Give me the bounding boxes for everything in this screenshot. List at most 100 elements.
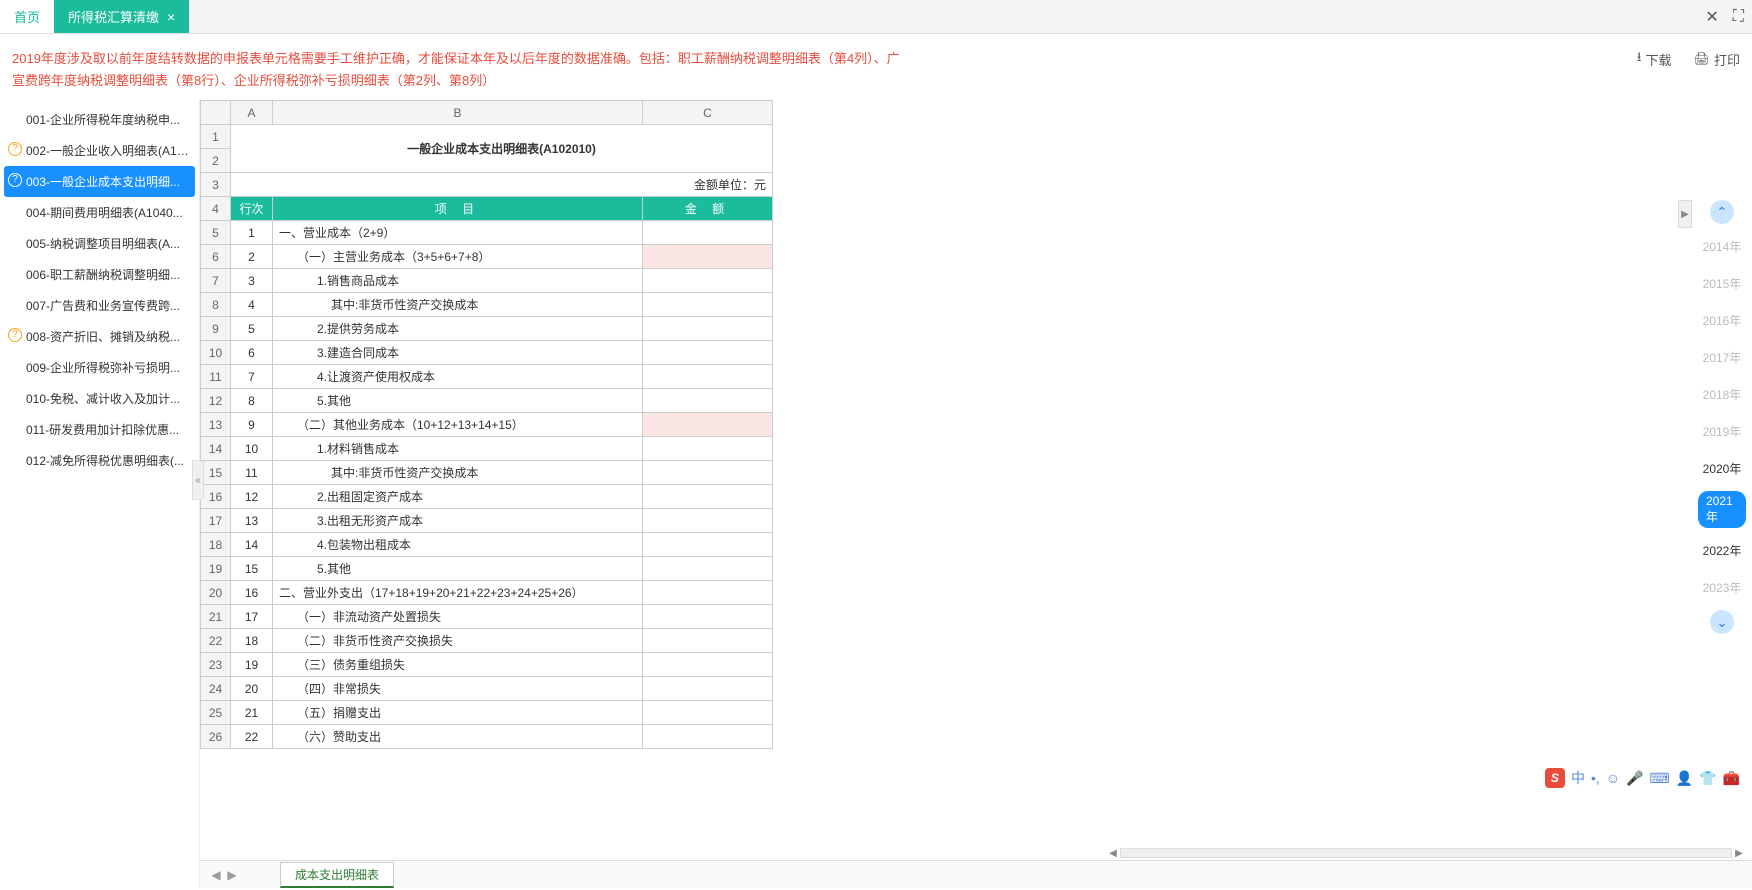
- item-label: 5.其他: [273, 389, 643, 413]
- expand-panel-icon[interactable]: ▶: [1678, 200, 1692, 228]
- amount-cell[interactable]: [643, 557, 773, 581]
- item-label: 二、营业外支出（17+18+19+20+21+22+23+24+25+26）: [273, 581, 643, 605]
- sidebar-collapse-handle[interactable]: «: [192, 460, 204, 500]
- sheet-tab[interactable]: 成本支出明细表: [280, 862, 394, 888]
- year-option[interactable]: 2018年: [1703, 380, 1742, 409]
- sheet-nav-next-icon[interactable]: ▶: [224, 868, 240, 882]
- amount-cell[interactable]: [643, 389, 773, 413]
- print-button[interactable]: 🖨 打印: [1693, 48, 1740, 70]
- help-icon: ?: [8, 328, 22, 342]
- scroll-right-icon[interactable]: ▶: [1732, 848, 1746, 859]
- sidebar: 001-企业所得税年度纳税申...?002-一般企业收入明细表(A10...?0…: [0, 100, 200, 888]
- amount-cell[interactable]: [643, 413, 773, 437]
- sidebar-item-label: 010-免税、减计收入及加计...: [26, 392, 180, 406]
- ime-skin-icon[interactable]: 👕: [1699, 770, 1716, 787]
- ime-lang-toggle[interactable]: 中: [1571, 768, 1585, 788]
- year-option[interactable]: 2015年: [1703, 269, 1742, 298]
- ime-voice-icon[interactable]: 🎤: [1626, 770, 1643, 787]
- table-row: 62（一）主营业务成本（3+5+6+7+8）: [201, 245, 773, 269]
- item-label: （六）赞助支出: [273, 725, 643, 749]
- table-row: 18144.包装物出租成本: [201, 533, 773, 557]
- amount-cell[interactable]: [643, 269, 773, 293]
- amount-cell[interactable]: [643, 293, 773, 317]
- amount-cell[interactable]: [643, 533, 773, 557]
- ime-keyboard-icon[interactable]: ⌨: [1649, 770, 1669, 787]
- amount-cell[interactable]: [643, 365, 773, 389]
- year-option[interactable]: 2021年: [1698, 491, 1746, 528]
- amount-cell[interactable]: [643, 221, 773, 245]
- amount-cell[interactable]: [643, 461, 773, 485]
- sidebar-item-8[interactable]: 009-企业所得税弥补亏损明...: [0, 352, 199, 383]
- item-label: （三）债务重组损失: [273, 653, 643, 677]
- spreadsheet-grid: ABC1一般企业成本支出明细表(A102010)23金额单位：元4行次项 目金 …: [200, 100, 773, 749]
- sidebar-item-2[interactable]: ?003-一般企业成本支出明细...: [4, 166, 195, 197]
- item-label: 其中:非货币性资产交换成本: [273, 293, 643, 317]
- sidebar-item-7[interactable]: ?008-资产折旧、摊销及纳税...: [0, 321, 199, 352]
- year-option[interactable]: 2022年: [1703, 536, 1742, 565]
- ime-toolbox-icon[interactable]: 🧰: [1723, 770, 1740, 787]
- year-option[interactable]: 2017年: [1703, 343, 1742, 372]
- sidebar-item-5[interactable]: 006-职工薪酬纳税调整明细...: [0, 259, 199, 290]
- amount-cell[interactable]: [643, 245, 773, 269]
- table-row: 2218（二）非货币性资产交换损失: [201, 629, 773, 653]
- year-rail: ⌃ 2014年 2015年 2016年 2017年 2018年 2019年 2020年 2021…: [1698, 200, 1746, 634]
- amount-cell[interactable]: [643, 629, 773, 653]
- sheet-nav-prev-icon[interactable]: ◀: [208, 868, 224, 882]
- sheet-scroll[interactable]: ABC1一般企业成本支出明细表(A102010)23金额单位：元4行次项 目金 …: [200, 100, 1752, 860]
- item-label: 3.出租无形资产成本: [273, 509, 643, 533]
- sidebar-item-4[interactable]: 005-纳税调整项目明细表(A...: [0, 228, 199, 259]
- tab-home[interactable]: 首页: [0, 0, 54, 33]
- year-up-icon[interactable]: ⌃: [1710, 200, 1734, 224]
- close-icon[interactable]: ×: [167, 9, 175, 25]
- table-row: 84其中:非货币性资产交换成本: [201, 293, 773, 317]
- notice-actions: ⭳ 下载 🖨 打印: [1637, 48, 1740, 70]
- amount-cell[interactable]: [643, 509, 773, 533]
- year-down-icon[interactable]: ⌄: [1710, 610, 1734, 634]
- close-window-icon[interactable]: ✕: [1705, 7, 1718, 27]
- amount-cell[interactable]: [643, 581, 773, 605]
- amount-cell[interactable]: [643, 701, 773, 725]
- year-option[interactable]: 2020年: [1703, 454, 1742, 483]
- year-option[interactable]: 2023年: [1703, 573, 1742, 602]
- item-label: 一、营业成本（2+9）: [273, 221, 643, 245]
- item-label: （一）主营业务成本（3+5+6+7+8）: [273, 245, 643, 269]
- horizontal-scrollbar[interactable]: ◀ ▶: [1106, 846, 1746, 860]
- sidebar-item-9[interactable]: 010-免税、减计收入及加计...: [0, 383, 199, 414]
- ime-logo-icon[interactable]: S: [1545, 768, 1565, 788]
- year-option[interactable]: 2016年: [1703, 306, 1742, 335]
- sidebar-item-6[interactable]: 007-广告费和业务宣传费跨...: [0, 290, 199, 321]
- amount-cell[interactable]: [643, 725, 773, 749]
- sidebar-item-1[interactable]: ?002-一般企业收入明细表(A10...: [0, 135, 199, 166]
- help-icon: ?: [8, 142, 22, 156]
- tab-active[interactable]: 所得税汇算清缴 ×: [54, 0, 189, 33]
- year-option[interactable]: 2014年: [1703, 232, 1742, 261]
- ime-user-icon[interactable]: 👤: [1676, 770, 1693, 787]
- sidebar-item-3[interactable]: 004-期间费用明细表(A1040...: [0, 197, 199, 228]
- amount-cell[interactable]: [643, 677, 773, 701]
- amount-cell[interactable]: [643, 485, 773, 509]
- scroll-track[interactable]: [1120, 848, 1732, 858]
- ime-punct-icon[interactable]: •,: [1591, 770, 1600, 786]
- sidebar-item-10[interactable]: 011-研发费用加计扣除优惠...: [0, 414, 199, 445]
- table-row: 1063.建造合同成本: [201, 341, 773, 365]
- year-option[interactable]: 2019年: [1703, 417, 1742, 446]
- sidebar-item-label: 009-企业所得税弥补亏损明...: [26, 361, 180, 375]
- table-row: 16122.出租固定资产成本: [201, 485, 773, 509]
- amount-cell[interactable]: [643, 317, 773, 341]
- table-row: 2117（一）非流动资产处置损失: [201, 605, 773, 629]
- table-row: 2521（五）捐赠支出: [201, 701, 773, 725]
- ime-emoji-icon[interactable]: ☺: [1606, 770, 1620, 786]
- item-label: 2.提供劳务成本: [273, 317, 643, 341]
- amount-cell[interactable]: [643, 653, 773, 677]
- amount-cell[interactable]: [643, 605, 773, 629]
- item-label: 4.让渡资产使用权成本: [273, 365, 643, 389]
- sidebar-item-0[interactable]: 001-企业所得税年度纳税申...: [0, 104, 199, 135]
- amount-cell[interactable]: [643, 341, 773, 365]
- amount-cell[interactable]: [643, 437, 773, 461]
- item-label: 1.销售商品成本: [273, 269, 643, 293]
- download-button[interactable]: ⭳ 下载: [1637, 48, 1672, 70]
- table-row: 1511其中:非货币性资产交换成本: [201, 461, 773, 485]
- fullscreen-icon[interactable]: ⛶: [1733, 8, 1744, 26]
- scroll-left-icon[interactable]: ◀: [1106, 848, 1120, 859]
- sidebar-item-11[interactable]: 012-减免所得税优惠明细表(...: [0, 445, 199, 476]
